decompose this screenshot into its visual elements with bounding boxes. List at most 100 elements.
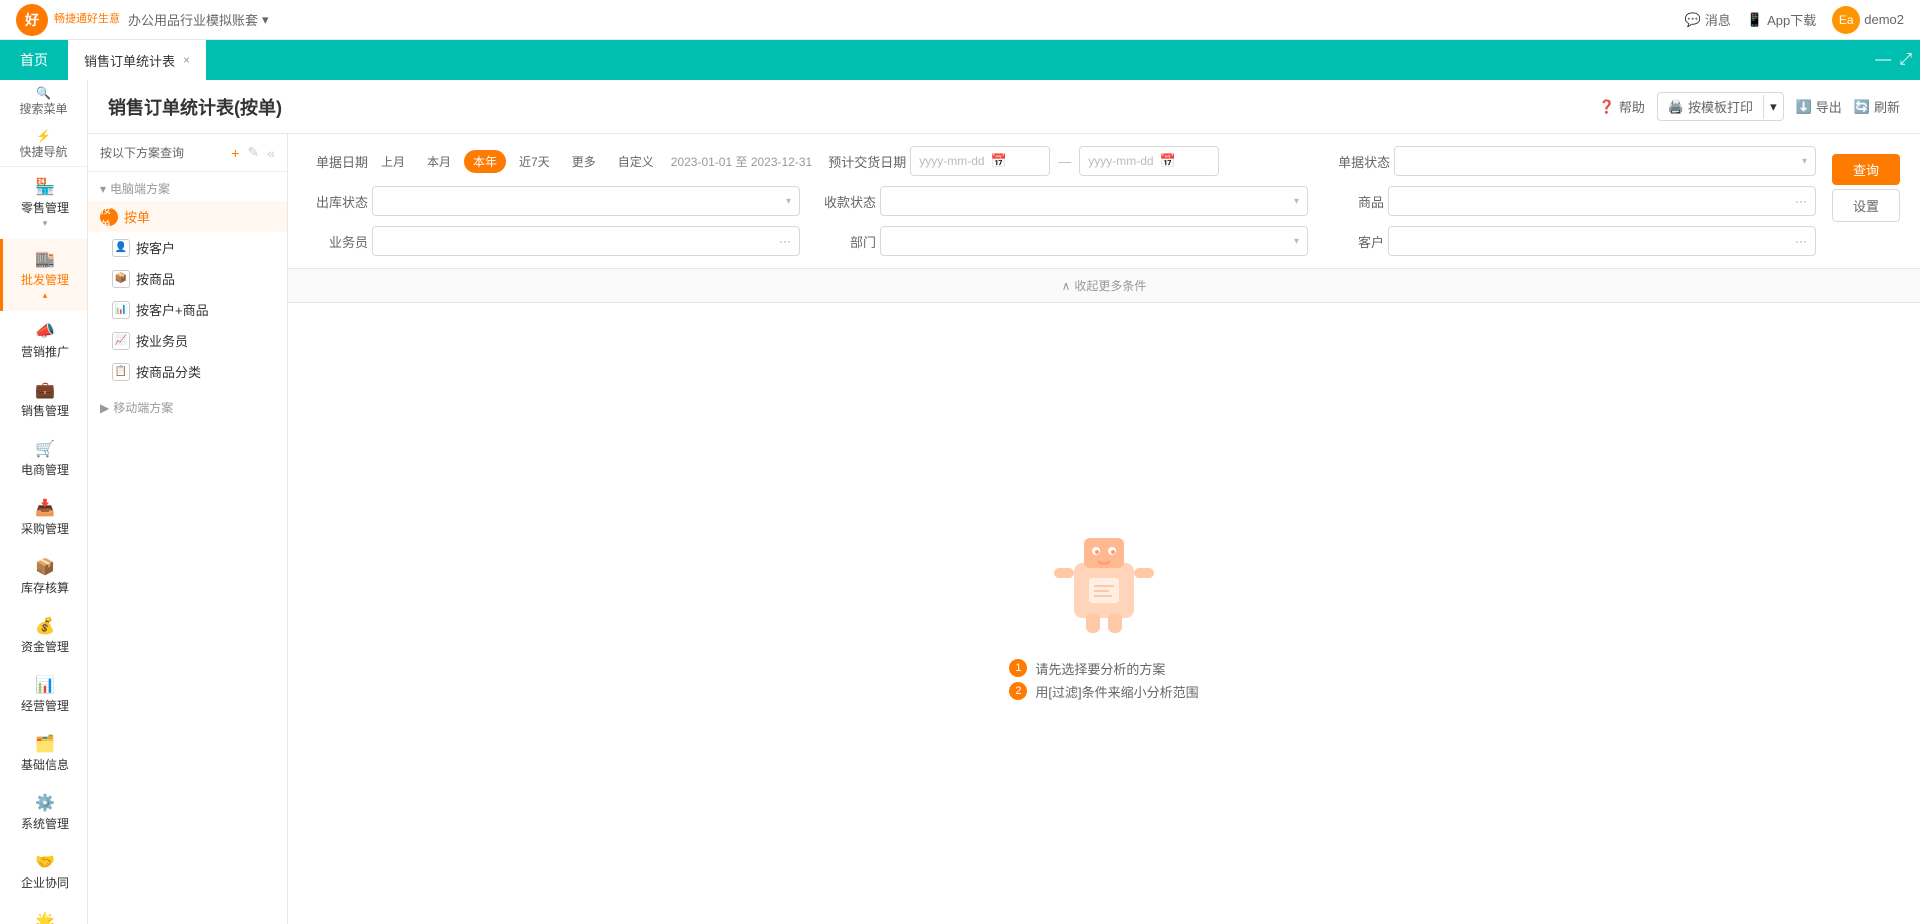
status-filter-group: 单据状态 ▾ [1330, 146, 1816, 176]
tree-section-desktop-label: 电脑端方案 [110, 180, 170, 197]
wholesale-expand-icon: ▴ [43, 290, 48, 301]
main-split: 按以下方案查询 + ✎ « ▾ 电脑端方案 按单 按单 👤 [88, 134, 1920, 924]
tab-bar-actions: — ⤢ [1875, 51, 1920, 69]
sidebar-item-operations[interactable]: 📊 经营管理 [0, 665, 87, 724]
tree-node-bycustomergoods[interactable]: 📊 按客户+商品 [88, 294, 287, 325]
refresh-icon: 🔄 [1854, 99, 1870, 115]
tab-minimize-btn[interactable]: — [1875, 51, 1891, 69]
customer-input[interactable]: ··· [1388, 226, 1816, 256]
goods-filter-group: 商品 ··· [1324, 186, 1816, 216]
edit-scheme-btn[interactable]: ✎ [247, 144, 259, 161]
expected-date-start-input[interactable]: yyyy-mm-dd 📅 [910, 146, 1050, 176]
tree-node-bycategory[interactable]: 📋 按商品分类 [88, 356, 287, 387]
help-btn[interactable]: ❓ 帮助 [1599, 97, 1645, 116]
sidebar-item-marketing[interactable]: 📣 营销推广 [0, 311, 87, 370]
left-panel-header: 按以下方案查询 + ✎ « [88, 134, 287, 172]
app-download-icon: 📱 [1747, 12, 1763, 28]
print-btn[interactable]: 🖨️ 按模板打印 [1658, 93, 1763, 120]
newbie-icon: 🌟 [35, 911, 55, 924]
date-separator: — [1054, 154, 1075, 169]
customer-more-icon[interactable]: ··· [1795, 234, 1807, 248]
sidebar-item-purchase[interactable]: 📥 采购管理 [0, 488, 87, 547]
collapse-panel-btn[interactable]: « [267, 145, 275, 161]
filter-main-row: 单据日期 上月 本月 本年 近7天 更多 自定义 [308, 146, 1900, 256]
tab-active[interactable]: 销售订单统计表 × [68, 40, 206, 80]
custom-date-btn[interactable]: 自定义 [609, 150, 663, 173]
stock-status-select[interactable]: ▾ [372, 186, 800, 216]
sidebar-item-basics[interactable]: 🗂️ 基础信息 [0, 724, 87, 783]
sidebar-item-finance[interactable]: 💰 资金管理 [0, 606, 87, 665]
calendar-start-icon[interactable]: 📅 [991, 153, 1007, 169]
retail-icon: 🏪 [35, 177, 55, 197]
sidebar-item-sales[interactable]: 💼 销售管理 [0, 370, 87, 429]
sidebar-item-retail[interactable]: 🏪 零售管理 ▾ [0, 167, 87, 239]
goods-input[interactable]: ··· [1388, 186, 1816, 216]
date-btn-group: 上月 本月 本年 近7天 更多 自定义 [372, 150, 663, 173]
system-icon: ⚙️ [35, 793, 55, 813]
user-name: demo2 [1864, 12, 1904, 27]
message-icon: 💬 [1685, 12, 1701, 28]
sidebar-item-operations-label: 经营管理 [21, 697, 69, 714]
tree-section-desktop-header[interactable]: ▾ 电脑端方案 [88, 176, 287, 201]
filter-row3: 业务员 ··· 部门 [308, 226, 1816, 256]
department-select[interactable]: ▾ [880, 226, 1308, 256]
last7days-btn[interactable]: 近7天 [510, 150, 559, 173]
current-year-btn[interactable]: 本年 [464, 150, 506, 173]
payment-status-select[interactable]: ▾ [880, 186, 1308, 216]
more-date-btn[interactable]: 更多 [563, 150, 605, 173]
tree-node-bycustomer[interactable]: 👤 按客户 [88, 232, 287, 263]
salesman-filter-group: 业务员 ··· [308, 226, 800, 256]
collapse-bar[interactable]: ∧ 收起更多条件 [288, 269, 1920, 303]
setting-btn[interactable]: 设置 [1832, 189, 1900, 222]
workspace-dropdown[interactable]: 办公用品行业模拟账套 ▾ [128, 10, 269, 29]
tree-node-bygoods[interactable]: 📦 按商品 [88, 263, 287, 294]
salesman-more-icon[interactable]: ··· [779, 234, 791, 248]
app-download-action[interactable]: 📱 App下载 [1747, 10, 1816, 29]
tree-node-bysalesman[interactable]: 📈 按业务员 [88, 325, 287, 356]
tab-home-label: 首页 [20, 50, 48, 70]
tab-maximize-btn[interactable]: ⤢ [1899, 51, 1912, 69]
expected-date-end-input[interactable]: yyyy-mm-dd 📅 [1079, 146, 1219, 176]
query-btn[interactable]: 查询 [1832, 154, 1900, 185]
empty-step2: 2 用[过滤]条件来缩小分析范围 [1009, 682, 1198, 701]
tab-home[interactable]: 首页 [0, 40, 68, 80]
filter-row1: 单据日期 上月 本月 本年 近7天 更多 自定义 [308, 146, 1816, 176]
filter-left: 单据日期 上月 本月 本年 近7天 更多 自定义 [308, 146, 1816, 256]
salesman-input[interactable]: ··· [372, 226, 800, 256]
stock-status-chevron-icon: ▾ [786, 196, 791, 207]
last-month-btn[interactable]: 上月 [372, 150, 414, 173]
sidebar-quick-nav[interactable]: ⚡ 快捷导航 [0, 123, 87, 167]
page-actions: ❓ 帮助 🖨️ 按模板打印 ▾ ⬇️ 导出 🔄 刷新 [1599, 92, 1900, 121]
print-dropdown-btn[interactable]: ▾ [1763, 95, 1783, 119]
expected-date-label: 预计交货日期 [828, 152, 906, 171]
sidebar-item-system[interactable]: ⚙️ 系统管理 [0, 783, 87, 842]
sidebar-item-wholesale[interactable]: 🏬 批发管理 ▴ [0, 239, 87, 311]
calendar-end-icon[interactable]: 📅 [1160, 153, 1176, 169]
tree-expand-icon: ▾ [100, 182, 106, 196]
logo-icon: 好 [16, 4, 48, 36]
left-panel: 按以下方案查询 + ✎ « ▾ 电脑端方案 按单 按单 👤 [88, 134, 288, 924]
goods-more-icon[interactable]: ··· [1795, 194, 1807, 208]
tree-node-byjob[interactable]: 按单 按单 [88, 201, 287, 232]
tab-close-icon[interactable]: × [183, 53, 190, 67]
sidebar-item-enterprise[interactable]: 🤝 企业协同 [0, 842, 87, 901]
tree-section-mobile-header[interactable]: ▶ 移动端方案 [88, 395, 287, 420]
tab-bar: 首页 销售订单统计表 × — ⤢ [0, 40, 1920, 80]
status-select[interactable]: ▾ [1394, 146, 1816, 176]
user-profile-action[interactable]: Ea demo2 [1832, 6, 1904, 34]
add-scheme-btn[interactable]: + [231, 145, 239, 161]
message-action[interactable]: 💬 消息 [1685, 10, 1731, 29]
refresh-btn[interactable]: 🔄 刷新 [1854, 97, 1900, 116]
this-month-btn[interactable]: 本月 [418, 150, 460, 173]
sidebar-item-inventory[interactable]: 📦 库存核算 [0, 547, 87, 606]
main-layout: 🔍 搜索菜单 ⚡ 快捷导航 🏪 零售管理 ▾ 🏬 批发管理 ▴ 📣 营销推广 💼… [0, 80, 1920, 924]
export-btn[interactable]: ⬇️ 导出 [1796, 97, 1842, 116]
retail-expand-icon: ▾ [43, 218, 48, 229]
logo-text: 畅捷通好生意 [54, 13, 120, 26]
sidebar-item-newbie[interactable]: 🌟 新手引导 [0, 901, 87, 924]
expected-date-group: 预计交货日期 yyyy-mm-dd 📅 — yyyy-mm-dd 📅 [828, 146, 1314, 176]
department-filter-label: 部门 [816, 232, 876, 251]
sidebar-search[interactable]: 🔍 搜索菜单 [0, 80, 87, 123]
sidebar-item-ecommerce[interactable]: 🛒 电商管理 [0, 429, 87, 488]
tree-node-bygoods-icon: 📦 [112, 270, 130, 288]
